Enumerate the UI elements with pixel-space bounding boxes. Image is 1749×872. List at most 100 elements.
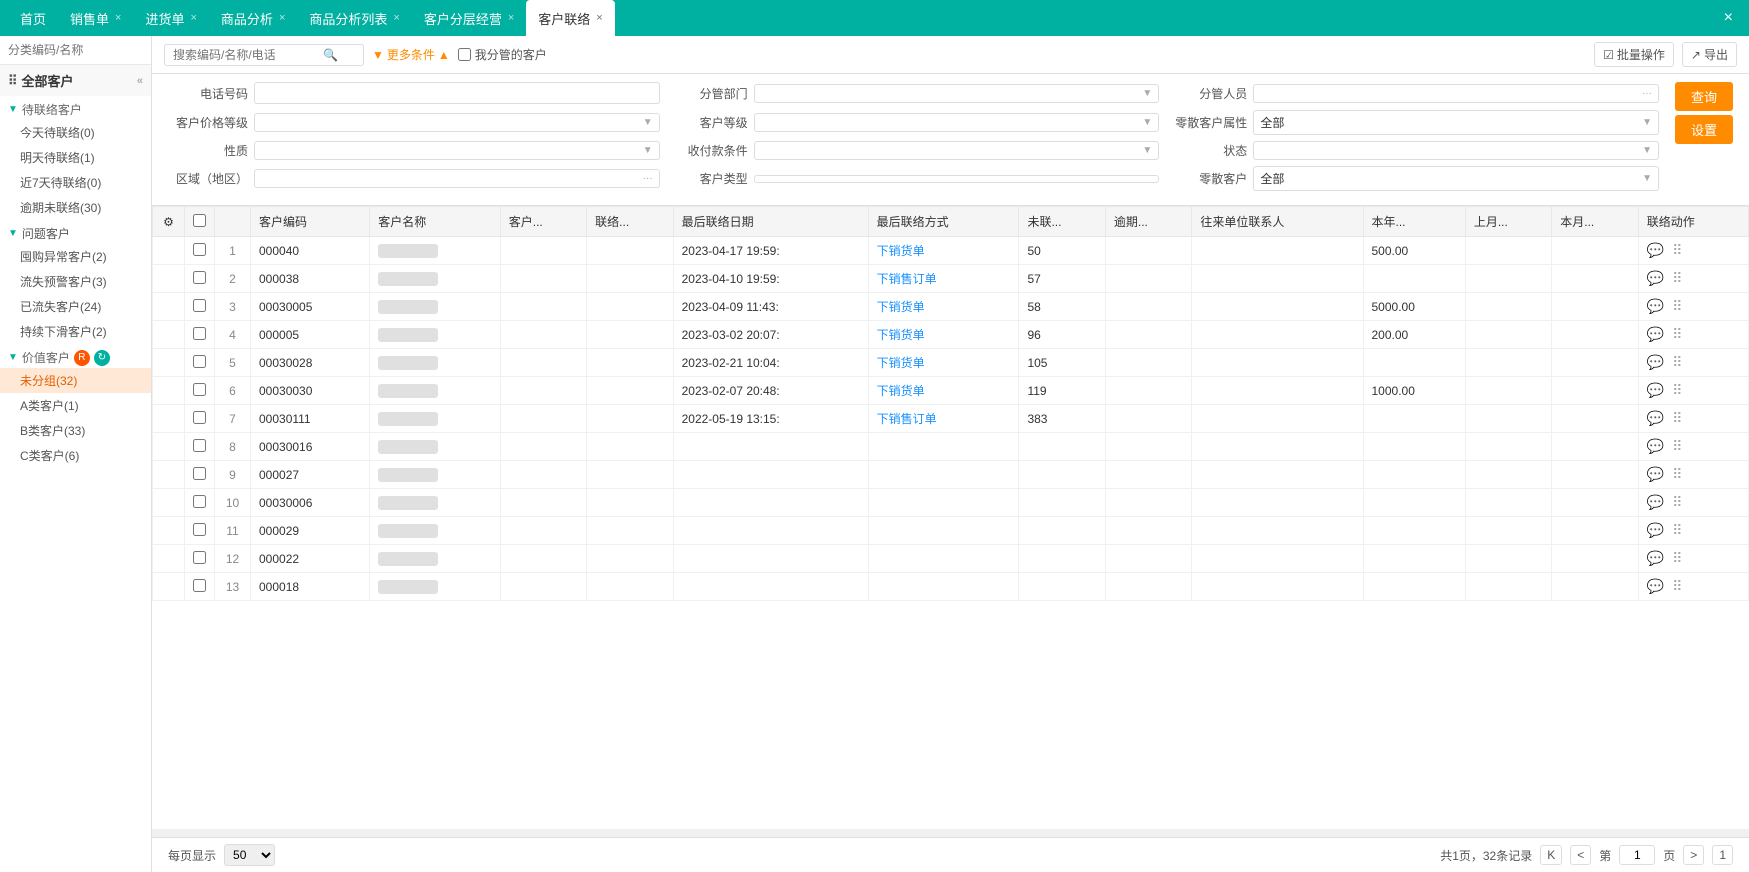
nature-select[interactable]: ▼ [254, 141, 660, 160]
row-last-method-0[interactable]: 下销货单 [868, 237, 1019, 265]
sidebar-item-churned[interactable]: 已流失客户(24) [0, 294, 151, 319]
sidebar-item-tomorrow[interactable]: 明天待联络(1) [0, 145, 151, 170]
chat-icon-10[interactable]: 💬 [1647, 522, 1664, 539]
close-tab-product-analysis[interactable]: × [279, 12, 285, 24]
chat-icon-2[interactable]: 💬 [1647, 298, 1664, 315]
sidebar-all-customers[interactable]: ⠿ 全部客户 « [0, 65, 151, 96]
reset-button[interactable]: 设置 [1675, 115, 1733, 144]
page-size-select[interactable]: 50 100 200 [224, 844, 275, 866]
col-check-all[interactable] [185, 207, 215, 237]
col-setting[interactable]: ⚙ [153, 207, 185, 237]
close-tab-product-analysis-list[interactable]: × [393, 12, 399, 24]
search-input[interactable] [173, 48, 323, 62]
prev-page-btn[interactable]: < [1570, 845, 1591, 865]
row-last-method-6[interactable]: 下销售订单 [868, 405, 1019, 433]
row-check-10[interactable] [185, 517, 215, 545]
more-icon-5[interactable]: ⠿ [1672, 382, 1682, 399]
close-tab-purchase[interactable]: × [190, 12, 196, 24]
search-box[interactable]: 🔍 [164, 44, 364, 66]
row-check-12[interactable] [185, 573, 215, 601]
chat-icon-8[interactable]: 💬 [1647, 466, 1664, 483]
sidebar-item-today[interactable]: 今天待联络(0) [0, 120, 151, 145]
scattered-select[interactable]: 全部 ▼ [1253, 166, 1659, 191]
row-check-6[interactable] [185, 405, 215, 433]
ellipsis-icon-2[interactable]: ··· [643, 173, 653, 184]
sidebar-item-class-c[interactable]: C类客户(6) [0, 443, 151, 468]
row-last-method-1[interactable]: 下销售订单 [868, 265, 1019, 293]
search-icon[interactable]: 🔍 [323, 48, 338, 62]
col-code[interactable]: 客户编码 [251, 207, 370, 237]
nav-tab-sales[interactable]: 销售单 × [58, 0, 133, 36]
sidebar-item-ungrouped[interactable]: 未分组(32) [0, 368, 151, 393]
row-check-0[interactable] [185, 237, 215, 265]
row-check-2[interactable] [185, 293, 215, 321]
more-icon-6[interactable]: ⠿ [1672, 410, 1682, 427]
chat-icon-12[interactable]: 💬 [1647, 578, 1664, 595]
more-icon-10[interactable]: ⠿ [1672, 522, 1682, 539]
dept-select[interactable]: ▼ [754, 84, 1160, 103]
col-name[interactable]: 客户名称 [370, 207, 500, 237]
nav-tab-customer-segment[interactable]: 客户分层经营 × [412, 0, 526, 36]
chat-icon-0[interactable]: 💬 [1647, 242, 1664, 259]
payment-select[interactable]: ▼ [754, 141, 1160, 160]
check-all-checkbox[interactable] [193, 214, 206, 227]
close-tab-sales[interactable]: × [115, 12, 121, 24]
more-icon-0[interactable]: ⠿ [1672, 242, 1682, 259]
more-icon-2[interactable]: ⠿ [1672, 298, 1682, 315]
horizontal-scrollbar[interactable] [152, 829, 1749, 837]
last-page-btn[interactable]: 1 [1712, 845, 1733, 865]
sidebar-item-hoarding[interactable]: 囤购异常客户(2) [0, 244, 151, 269]
more-conditions-btn[interactable]: ▼ 更多条件 ▲ [372, 46, 450, 63]
row-check-9[interactable] [185, 489, 215, 517]
phone-input[interactable] [254, 82, 660, 104]
row-last-method-2[interactable]: 下销货单 [868, 293, 1019, 321]
manager-select[interactable]: ··· [1253, 84, 1659, 103]
sidebar-item-7days[interactable]: 近7天待联络(0) [0, 170, 151, 195]
row-check-1[interactable] [185, 265, 215, 293]
my-customers-filter[interactable]: 我分管的客户 [458, 46, 547, 63]
nav-tab-customer-contact[interactable]: 客户联络 × [526, 0, 614, 36]
row-check-11[interactable] [185, 545, 215, 573]
price-level-select[interactable]: ▼ [254, 113, 660, 132]
col-last-date[interactable]: 最后联络日期 [673, 207, 868, 237]
region-select[interactable]: ··· [254, 169, 660, 188]
row-check-8[interactable] [185, 461, 215, 489]
chat-icon-1[interactable]: 💬 [1647, 270, 1664, 287]
more-icon-12[interactable]: ⠿ [1672, 578, 1682, 595]
row-last-method-5[interactable]: 下销货单 [868, 377, 1019, 405]
customer-level-select[interactable]: ▼ [754, 113, 1160, 132]
first-page-btn[interactable]: K [1540, 845, 1562, 865]
next-page-btn[interactable]: > [1683, 845, 1704, 865]
scattered-attr-select[interactable]: 全部 ▼ [1253, 110, 1659, 135]
batch-ops-btn[interactable]: ☑ 批量操作 [1594, 42, 1674, 67]
sidebar-item-class-b[interactable]: B类客户(33) [0, 418, 151, 443]
sidebar-item-declining[interactable]: 持续下滑客户(2) [0, 319, 151, 344]
row-check-3[interactable] [185, 321, 215, 349]
more-icon-11[interactable]: ⠿ [1672, 550, 1682, 567]
row-check-7[interactable] [185, 433, 215, 461]
row-check-5[interactable] [185, 377, 215, 405]
export-btn[interactable]: ↗ 导出 [1682, 42, 1737, 67]
query-button[interactable]: 查询 [1675, 82, 1733, 111]
chat-icon-5[interactable]: 💬 [1647, 382, 1664, 399]
more-icon-8[interactable]: ⠿ [1672, 466, 1682, 483]
row-last-method-3[interactable]: 下销货单 [868, 321, 1019, 349]
sidebar-group-problem[interactable]: ▼ 问题客户 [0, 220, 151, 244]
nav-tab-purchase[interactable]: 进货单 × [133, 0, 208, 36]
sidebar-search-input[interactable] [8, 43, 152, 57]
status-select[interactable]: ▼ [1253, 141, 1659, 160]
more-icon-9[interactable]: ⠿ [1672, 494, 1682, 511]
sidebar-group-waiting[interactable]: ▼ 待联络客户 [0, 96, 151, 120]
chat-icon-4[interactable]: 💬 [1647, 354, 1664, 371]
sidebar-item-churn-warning[interactable]: 流失预警客户(3) [0, 269, 151, 294]
close-tab-customer-segment[interactable]: × [508, 12, 514, 24]
refresh-badge[interactable]: ↻ [94, 350, 110, 366]
chat-icon-7[interactable]: 💬 [1647, 438, 1664, 455]
close-window-icon[interactable]: × [1716, 9, 1741, 27]
nav-tab-product-analysis[interactable]: 商品分析 × [209, 0, 297, 36]
page-number-input[interactable] [1619, 845, 1655, 865]
more-icon-7[interactable]: ⠿ [1672, 438, 1682, 455]
more-icon-4[interactable]: ⠿ [1672, 354, 1682, 371]
more-icon-1[interactable]: ⠿ [1672, 270, 1682, 287]
customer-type-select[interactable] [754, 175, 1160, 183]
